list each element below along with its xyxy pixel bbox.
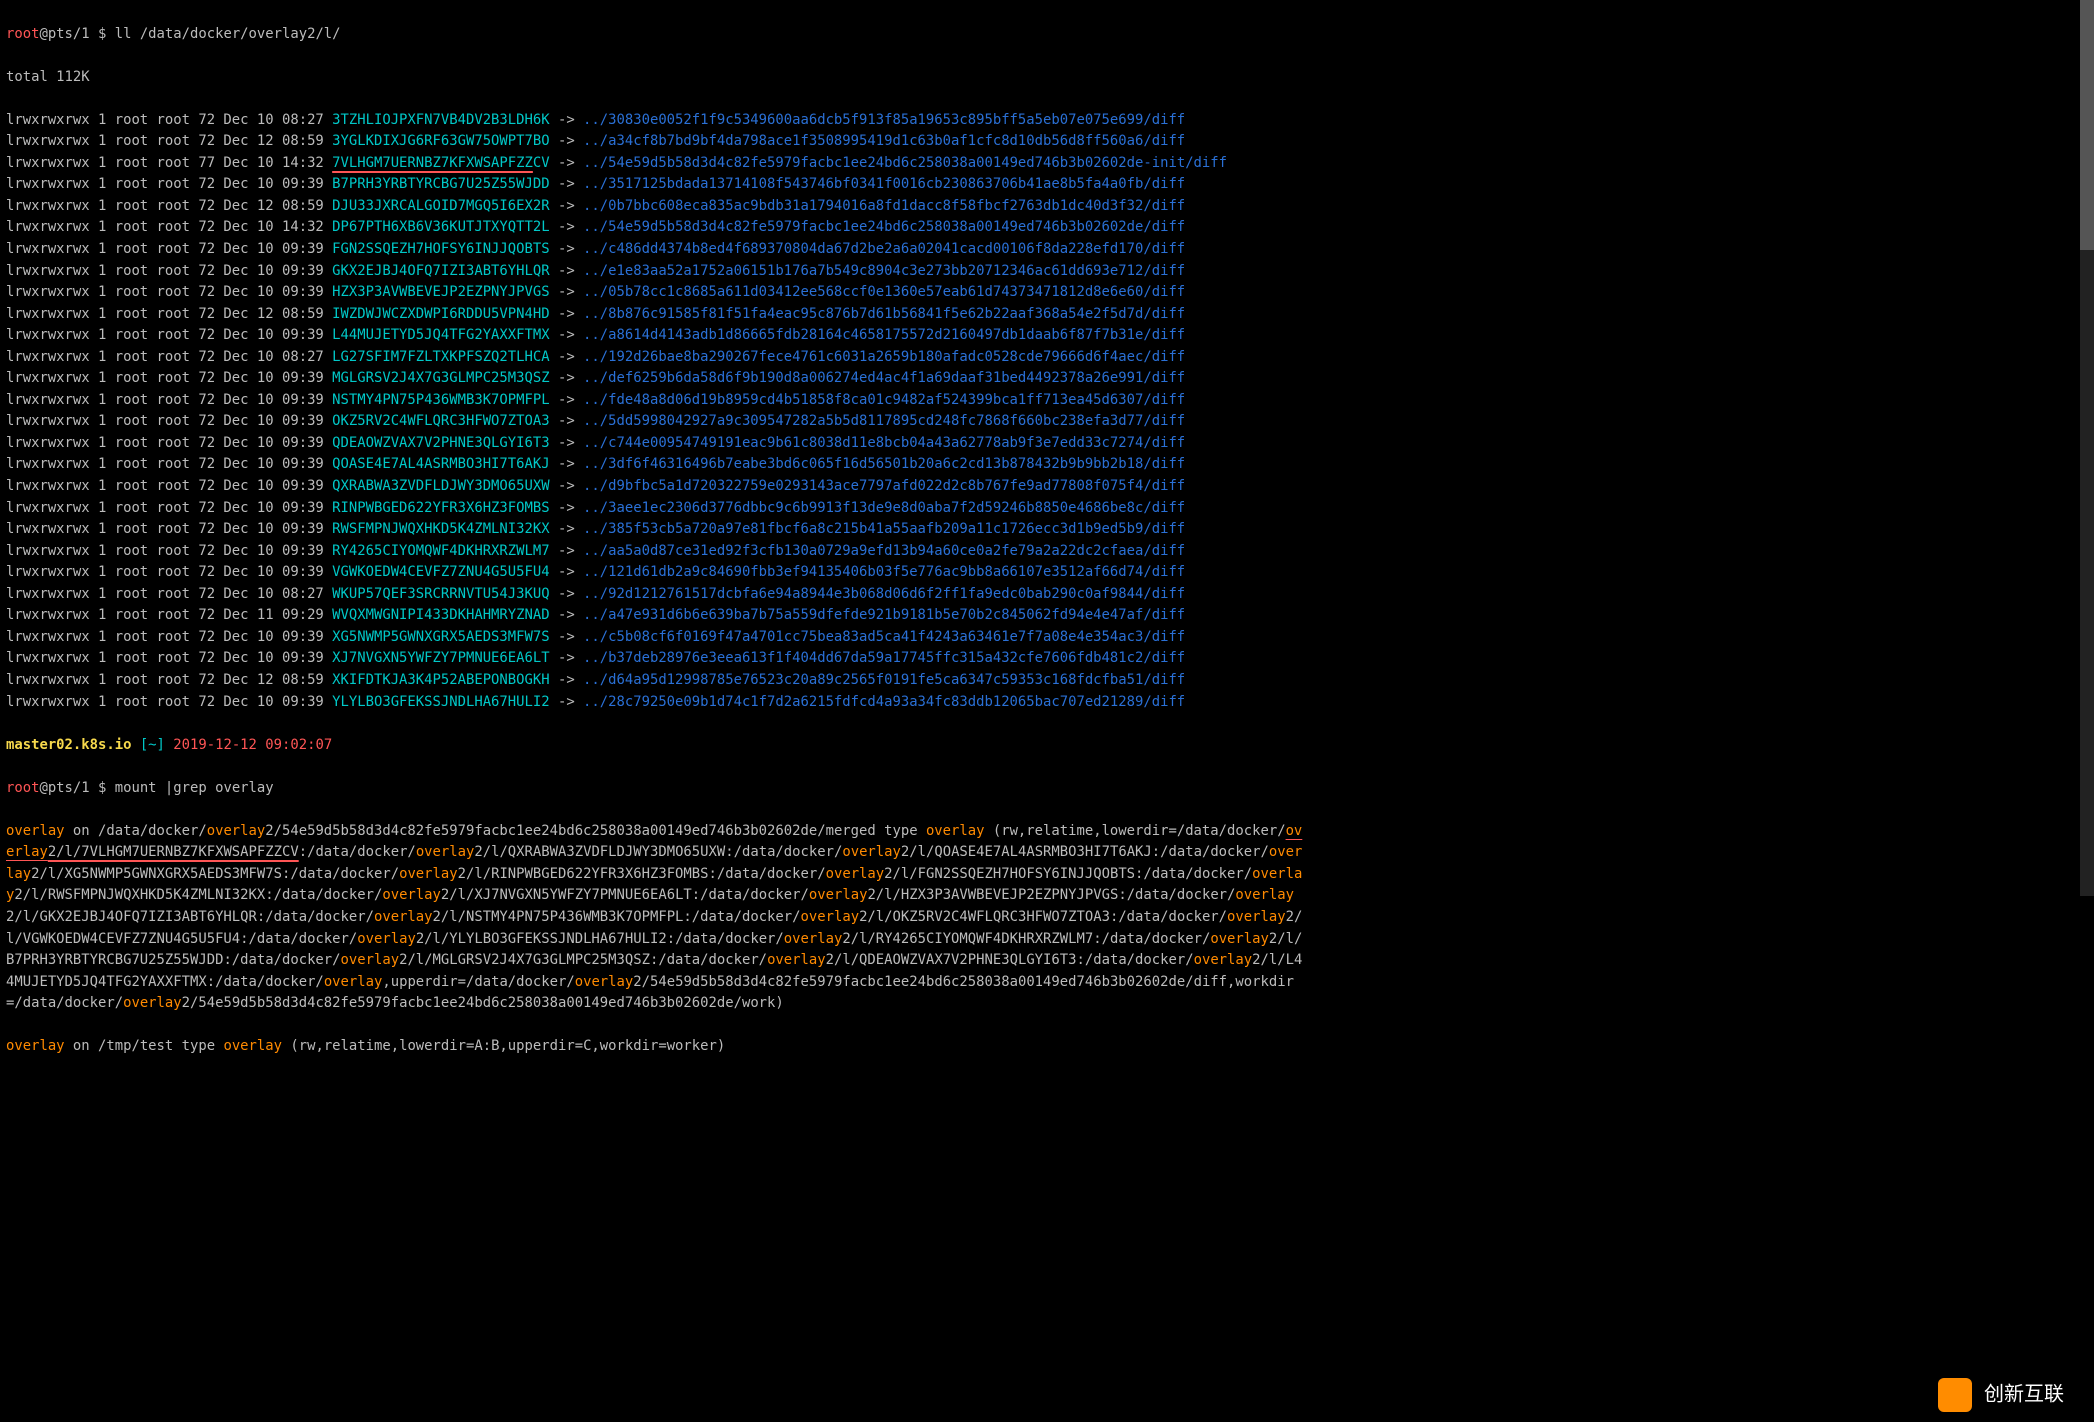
ls-row: lrwxrwxrwx 1 root root 72 Dec 10 09:39 O… [6, 411, 2088, 433]
ls-row: lrwxrwxrwx 1 root root 72 Dec 10 08:27 L… [6, 347, 2088, 369]
cmd-ll: ll /data/docker/overlay2/l/ [115, 26, 341, 42]
ls-row: lrwxrwxrwx 1 root root 72 Dec 10 08:27 3… [6, 110, 2088, 132]
cmd-mount: mount |grep overlay [115, 780, 274, 796]
ls-row: lrwxrwxrwx 1 root root 72 Dec 10 09:39 B… [6, 174, 2088, 196]
ls-row: lrwxrwxrwx 1 root root 72 Dec 10 09:39 L… [6, 325, 2088, 347]
ls-row: lrwxrwxrwx 1 root root 72 Dec 10 08:27 W… [6, 584, 2088, 606]
ls-row: lrwxrwxrwx 1 root root 72 Dec 10 09:39 Y… [6, 692, 2088, 714]
ls-row: lrwxrwxrwx 1 root root 72 Dec 10 09:39 V… [6, 562, 2088, 584]
total-line: total 112K [6, 67, 2088, 89]
ls-row: lrwxrwxrwx 1 root root 72 Dec 10 09:39 H… [6, 282, 2088, 304]
ls-row: lrwxrwxrwx 1 root root 72 Dec 11 09:29 W… [6, 605, 2088, 627]
scrollbar[interactable] [2080, 0, 2094, 896]
timestamp: 2019-12-12 09:02:07 [173, 737, 332, 753]
cwd-hint: [~] [131, 737, 173, 753]
user2: root [6, 780, 39, 796]
ls-row: lrwxrwxrwx 1 root root 72 Dec 12 08:59 3… [6, 131, 2088, 153]
ls-row: lrwxrwxrwx 1 root root 72 Dec 10 09:39 R… [6, 498, 2088, 520]
ls-row: lrwxrwxrwx 1 root root 72 Dec 10 09:39 M… [6, 368, 2088, 390]
ls-row: lrwxrwxrwx 1 root root 72 Dec 10 09:39 N… [6, 390, 2088, 412]
terminal[interactable]: root@pts/1 $ ll /data/docker/overlay2/l/… [0, 0, 2094, 1060]
ls-row: lrwxrwxrwx 1 root root 72 Dec 10 09:39 X… [6, 627, 2088, 649]
ls-row: lrwxrwxrwx 1 root root 72 Dec 10 09:39 Q… [6, 476, 2088, 498]
mount-row-2: overlay on /tmp/test type overlay (rw,re… [6, 1036, 2088, 1058]
ls-row: lrwxrwxrwx 1 root root 72 Dec 10 14:32 D… [6, 217, 2088, 239]
ls-row: lrwxrwxrwx 1 root root 72 Dec 10 09:39 X… [6, 648, 2088, 670]
mount-output: overlay on /data/docker/overlay2/54e59d5… [6, 821, 1306, 1015]
ls-row: lrwxrwxrwx 1 root root 72 Dec 10 09:39 Q… [6, 454, 2088, 476]
scrollbar-thumb[interactable] [2080, 0, 2094, 250]
ls-row: lrwxrwxrwx 1 root root 72 Dec 10 09:39 R… [6, 519, 2088, 541]
dollar2: $ [90, 780, 115, 796]
user: root [6, 26, 39, 42]
ps1-context: master02.k8s.io [~] 2019-12-12 09:02:07 [6, 735, 2088, 757]
dollar: $ [90, 26, 115, 42]
tty2: @pts/1 [39, 780, 89, 796]
ls-row: lrwxrwxrwx 1 root root 72 Dec 10 09:39 G… [6, 261, 2088, 283]
brand-text: 创新互联 [1984, 1382, 2064, 1406]
ls-row: lrwxrwxrwx 1 root root 72 Dec 12 08:59 D… [6, 196, 2088, 218]
ls-row: lrwxrwxrwx 1 root root 77 Dec 10 14:32 7… [6, 153, 2088, 175]
ls-row: lrwxrwxrwx 1 root root 72 Dec 10 09:39 R… [6, 541, 2088, 563]
ls-row: lrwxrwxrwx 1 root root 72 Dec 12 08:59 I… [6, 304, 2088, 326]
ls-row: lrwxrwxrwx 1 root root 72 Dec 12 08:59 X… [6, 670, 2088, 692]
ls-row: lrwxrwxrwx 1 root root 72 Dec 10 09:39 Q… [6, 433, 2088, 455]
prompt-line-2: root@pts/1 $ mount |grep overlay [6, 778, 2088, 800]
prompt-line-1: root@pts/1 $ ll /data/docker/overlay2/l/ [6, 24, 2088, 46]
hostname: master02.k8s.io [6, 737, 131, 753]
tty: @pts/1 [39, 26, 89, 42]
ls-row: lrwxrwxrwx 1 root root 72 Dec 10 09:39 F… [6, 239, 2088, 261]
listing: lrwxrwxrwx 1 root root 72 Dec 10 08:27 3… [6, 110, 2088, 713]
brand-logo: 创新互联 [1938, 1378, 2064, 1412]
